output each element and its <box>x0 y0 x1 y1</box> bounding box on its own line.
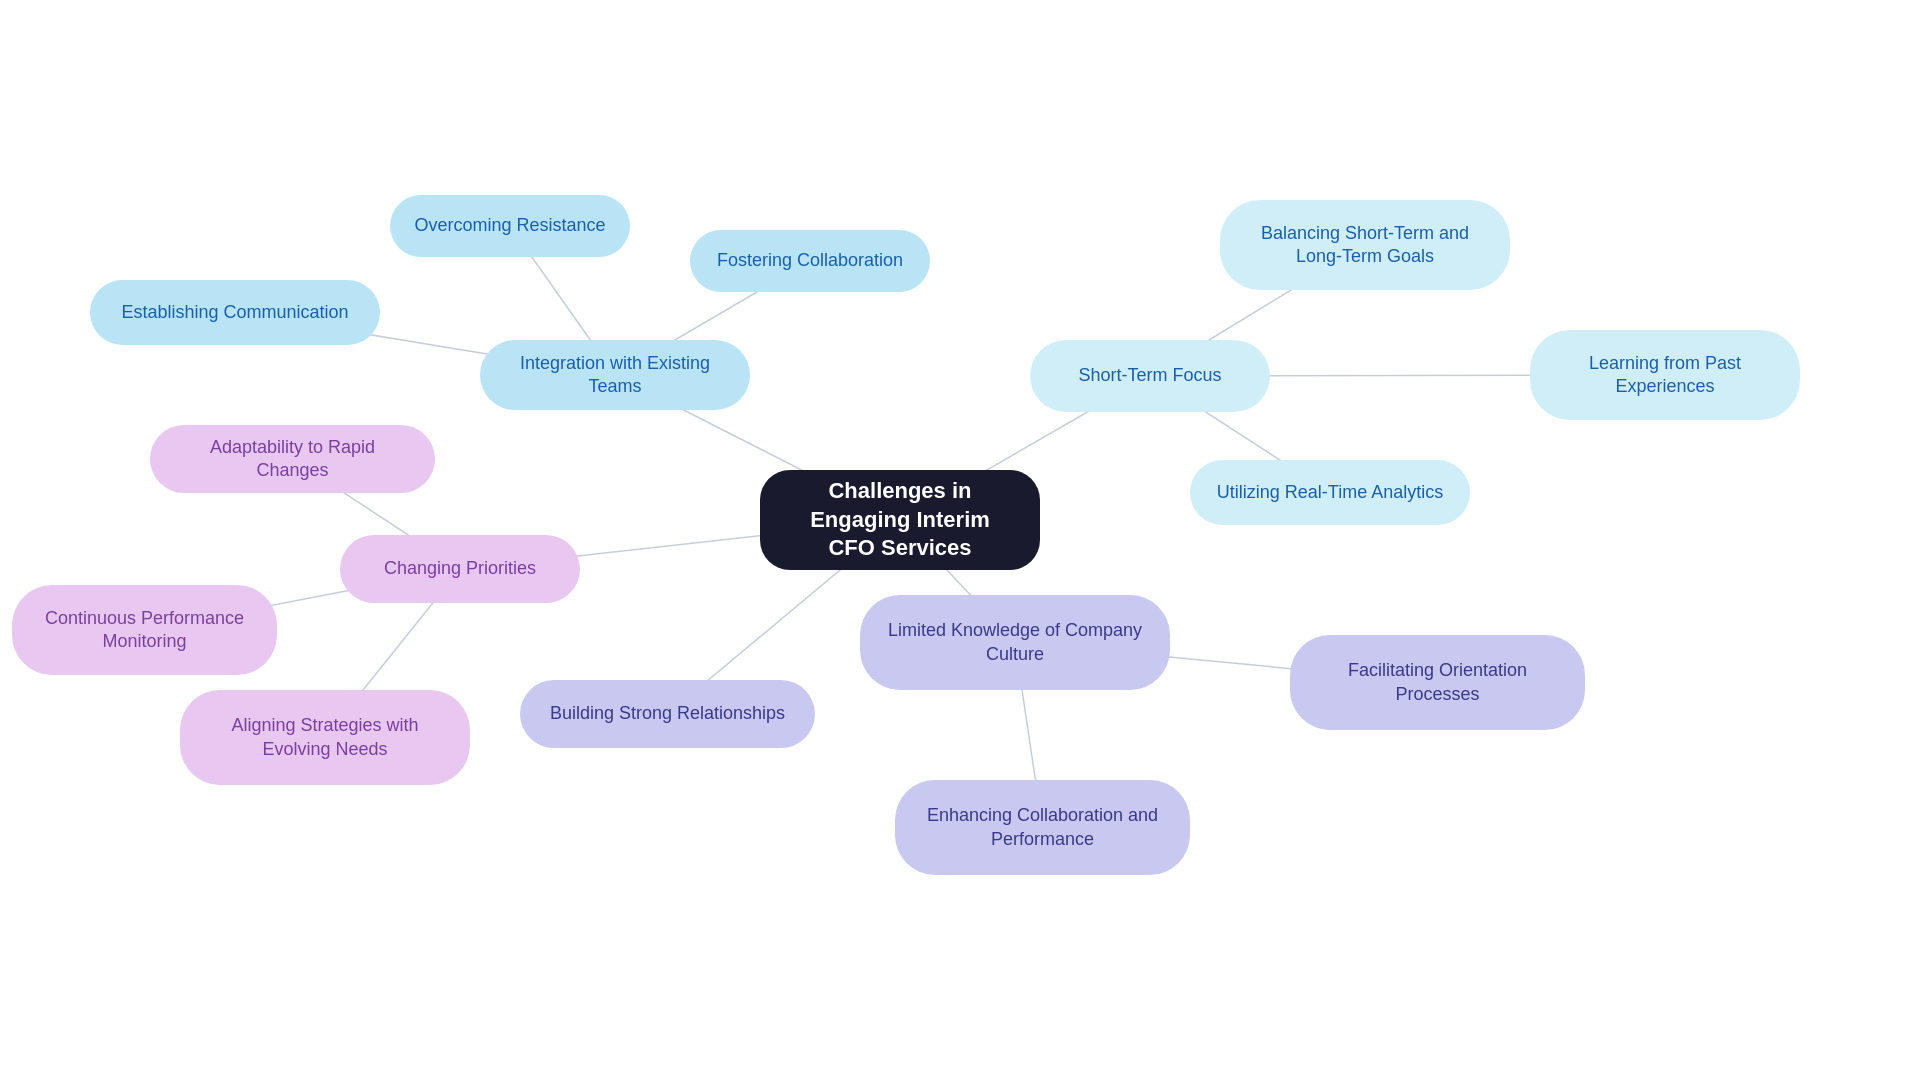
shortterm-label: Short-Term Focus <box>1078 364 1221 387</box>
overcoming-node: Overcoming Resistance <box>390 195 630 257</box>
integration-label: Integration with Existing Teams <box>504 352 726 399</box>
balancing-node: Balancing Short-Term and Long-Term Goals <box>1220 200 1510 290</box>
establishing-node: Establishing Communication <box>90 280 380 345</box>
adaptability-node: Adaptability to Rapid Changes <box>150 425 435 493</box>
changing-node: Changing Priorities <box>340 535 580 603</box>
changing-label: Changing Priorities <box>384 557 536 580</box>
continuous-label: Continuous Performance Monitoring <box>36 607 253 654</box>
center-label: Challenges in Engaging Interim CFO Servi… <box>784 477 1016 563</box>
enhancing-label: Enhancing Collaboration and Performance <box>919 804 1166 851</box>
mind-map: Challenges in Engaging Interim CFO Servi… <box>0 0 1920 1083</box>
center-node: Challenges in Engaging Interim CFO Servi… <box>760 470 1040 570</box>
aligning-label: Aligning Strategies with Evolving Needs <box>204 714 446 761</box>
adaptability-label: Adaptability to Rapid Changes <box>174 436 411 483</box>
limited-node: Limited Knowledge of Company Culture <box>860 595 1170 690</box>
balancing-label: Balancing Short-Term and Long-Term Goals <box>1244 222 1486 269</box>
shortterm-node: Short-Term Focus <box>1030 340 1270 412</box>
building-node: Building Strong Relationships <box>520 680 815 748</box>
enhancing-node: Enhancing Collaboration and Performance <box>895 780 1190 875</box>
fostering-node: Fostering Collaboration <box>690 230 930 292</box>
learning-label: Learning from Past Experiences <box>1554 352 1776 399</box>
utilizing-node: Utilizing Real-Time Analytics <box>1190 460 1470 525</box>
overcoming-label: Overcoming Resistance <box>414 214 605 237</box>
continuous-node: Continuous Performance Monitoring <box>12 585 277 675</box>
building-label: Building Strong Relationships <box>550 702 785 725</box>
facilitating-node: Facilitating Orientation Processes <box>1290 635 1585 730</box>
aligning-node: Aligning Strategies with Evolving Needs <box>180 690 470 785</box>
establishing-label: Establishing Communication <box>121 301 348 324</box>
facilitating-label: Facilitating Orientation Processes <box>1314 659 1561 706</box>
limited-label: Limited Knowledge of Company Culture <box>884 619 1146 666</box>
utilizing-label: Utilizing Real-Time Analytics <box>1217 481 1443 504</box>
learning-node: Learning from Past Experiences <box>1530 330 1800 420</box>
integration-node: Integration with Existing Teams <box>480 340 750 410</box>
fostering-label: Fostering Collaboration <box>717 249 903 272</box>
